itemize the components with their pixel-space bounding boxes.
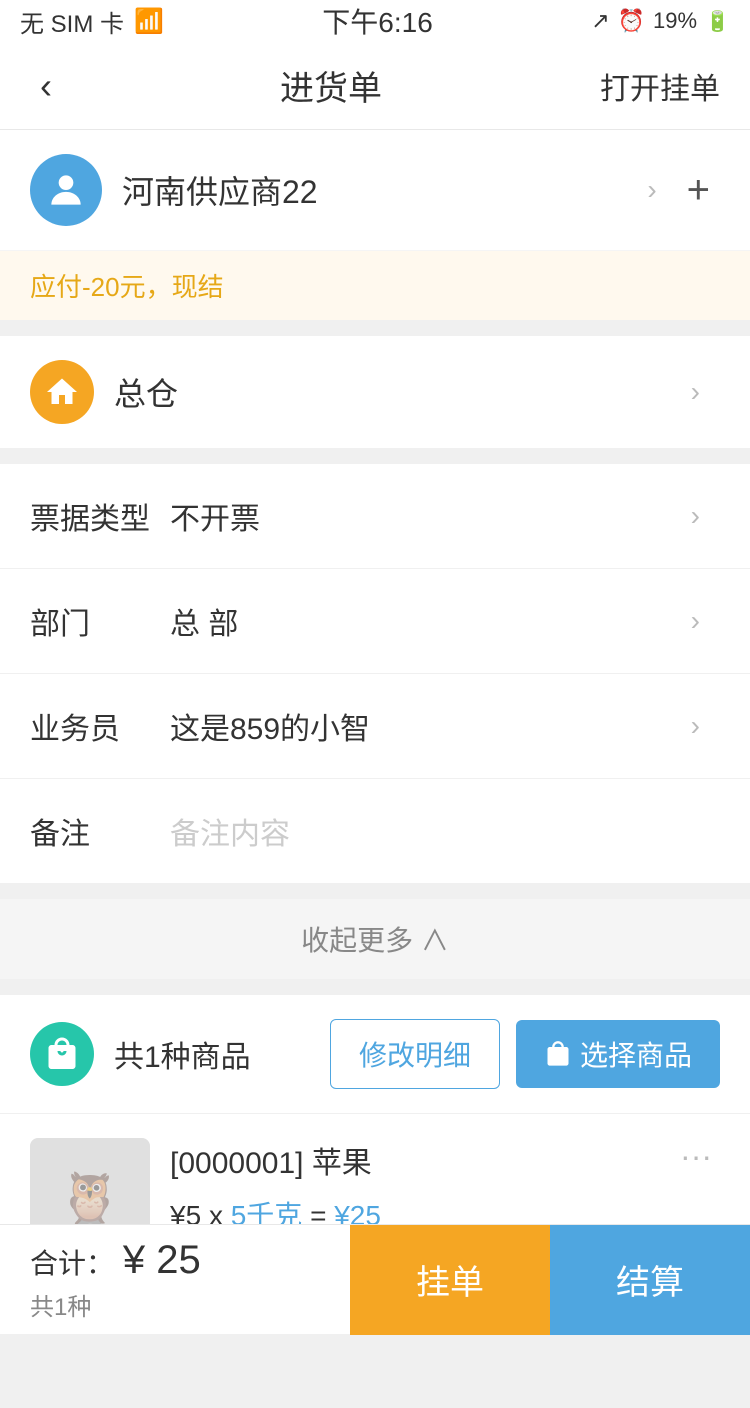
open-hang-button[interactable]: 打开挂单 [600,64,720,108]
products-header: 共1种商品 修改明细 选择商品 [0,995,750,1114]
person-icon [44,168,88,212]
bag-icon [44,1036,80,1072]
total-label: 合计： [30,1248,114,1279]
location-icon: ↗ [591,8,609,34]
alarm-icon: ⏰ [618,8,645,34]
status-right: ↗ ⏰ 19% 🔋 [591,8,730,34]
total-section: 合计： ¥ 25 共1种 [0,1238,350,1322]
product-more-button[interactable]: ··· [672,1138,720,1175]
products-count: 共1种商品 [114,1032,330,1076]
collapse-label: 收起更多 ∧ [301,919,449,959]
salesman-row[interactable]: 业务员 这是859的小智 › [0,674,750,779]
remark-row[interactable]: 备注 备注内容 [0,779,750,883]
remark-label: 备注 [30,809,170,853]
total-count: 共1种 [30,1287,320,1322]
status-bar: 无 SIM 卡 📶 下午6:16 ↗ ⏰ 19% 🔋 [0,0,750,42]
bottom-bar: 合计： ¥ 25 共1种 挂单 结算 [0,1224,750,1334]
nav-bar: ‹ 进货单 打开挂单 [0,42,750,130]
products-icon-wrap [30,1022,94,1086]
select-product-button[interactable]: 选择商品 [516,1020,720,1088]
checkout-button[interactable]: 结算 [550,1225,750,1335]
product-name: [0000001] 苹果 [170,1138,672,1182]
salesman-chevron-icon: › [691,710,700,742]
edit-details-button[interactable]: 修改明细 [330,1019,500,1089]
battery-icon: 🔋 [705,9,730,34]
supplier-notice: 应付-20元，现结 [0,251,750,320]
wifi-icon: 📶 [134,7,164,36]
department-row[interactable]: 部门 总 部 › [0,569,750,674]
salesman-value: 这是859的小智 [170,704,691,748]
warehouse-name: 总仓 [114,369,691,415]
invoice-type-row[interactable]: 票据类型 不开票 › [0,464,750,569]
remark-input[interactable]: 备注内容 [170,809,720,853]
department-value: 总 部 [170,599,691,643]
product-info: [0000001] 苹果 ¥5 x 5千克 = ¥25 [170,1138,672,1234]
owl-icon: 🦉 [59,1169,121,1228]
supplier-row[interactable]: 河南供应商22 › + [0,130,750,251]
total-number: ¥ 25 [123,1238,201,1282]
back-button[interactable]: ‹ [30,55,62,117]
select-product-label: 选择商品 [580,1034,692,1074]
supplier-name: 河南供应商22 [122,167,647,213]
department-chevron-icon: › [691,605,700,637]
status-time: 下午6:16 [322,1,433,41]
add-button[interactable]: + [677,168,720,213]
invoice-type-label: 票据类型 [30,494,170,538]
collapse-button[interactable]: 收起更多 ∧ [0,899,750,979]
product-title: 苹果 [312,1147,372,1180]
invoice-chevron-icon: › [691,500,700,532]
battery-label: 19% [653,8,697,34]
invoice-type-value: 不开票 [170,494,691,538]
product-code: [0000001] [170,1147,303,1180]
warehouse-icon [44,374,80,410]
warehouse-section[interactable]: 总仓 › [0,336,750,448]
main-content: 河南供应商22 › + 应付-20元，现结 总仓 › 票据类型 不开票 › 部门… [0,130,750,1408]
warehouse-row[interactable]: 总仓 › [0,336,750,448]
total-amount: 合计： ¥ 25 [30,1238,320,1283]
salesman-label: 业务员 [30,704,170,748]
carrier-label: 无 SIM 卡 [20,4,124,39]
supplier-section: 河南供应商22 › + 应付-20元，现结 [0,130,750,320]
supplier-avatar [30,154,102,226]
status-left: 无 SIM 卡 📶 [20,4,164,39]
department-label: 部门 [30,599,170,643]
page-title: 进货单 [280,61,382,110]
chevron-right-icon: › [647,174,656,206]
hang-button[interactable]: 挂单 [350,1225,550,1335]
form-section: 票据类型 不开票 › 部门 总 部 › 业务员 这是859的小智 › 备注 备注… [0,464,750,883]
warehouse-icon-wrap [30,360,94,424]
cart-icon [544,1040,572,1068]
warehouse-chevron-icon: › [691,376,700,408]
